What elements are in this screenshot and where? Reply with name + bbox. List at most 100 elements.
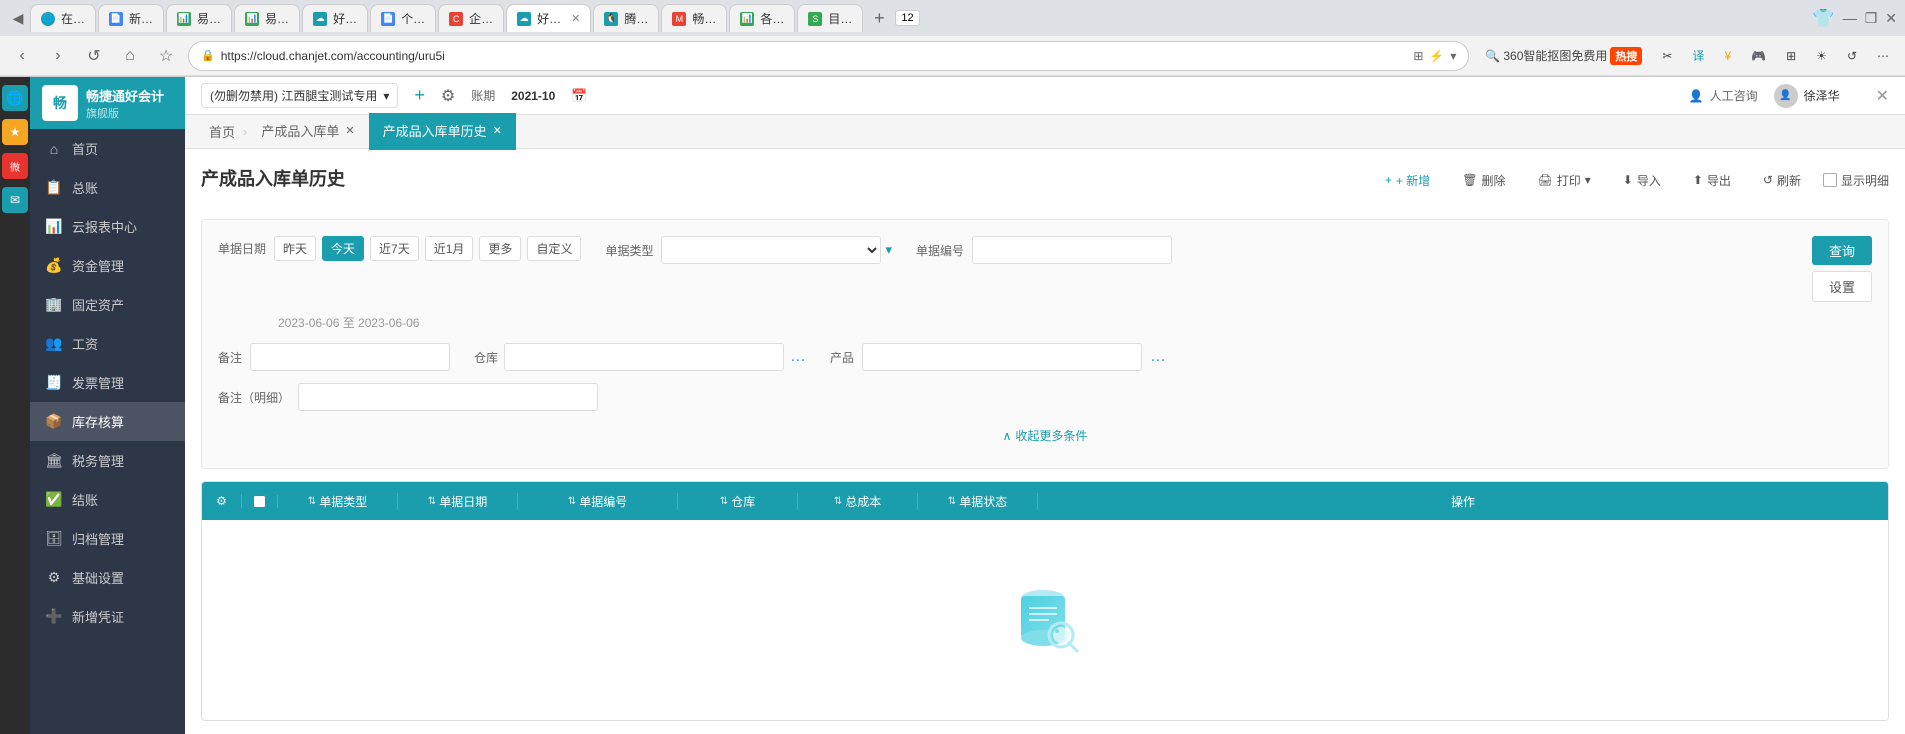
browser-tab-6[interactable]: 📄 个… [370, 4, 436, 32]
new-tab-button[interactable]: + [865, 4, 893, 32]
browser-tab-12[interactable]: S 目… [797, 4, 863, 32]
user-service-button[interactable]: 👤 人工咨询 [1689, 87, 1758, 104]
theme-button[interactable]: ☀ [1808, 45, 1835, 67]
th-status[interactable]: ⇅ 单据状态 [918, 493, 1038, 510]
sidebar-star-icon[interactable]: ★ [2, 119, 28, 145]
warehouse-dots-icon[interactable]: … [790, 348, 806, 366]
company-selector[interactable]: (勿删勿禁用) 江西腿宝测试专用 ▾ [201, 83, 398, 108]
tab-count[interactable]: 12 [895, 10, 919, 26]
currency-button[interactable]: ¥ [1716, 45, 1739, 67]
more-button[interactable]: ⋯ [1869, 45, 1897, 67]
browser-tab-1[interactable]: 🌐 在… [30, 4, 96, 32]
sidebar-item-new-bill[interactable]: ➕ 新增凭证 [30, 597, 185, 636]
translate-button[interactable]: 译 [1684, 43, 1712, 68]
close-window-button[interactable]: ✕ [1885, 10, 1897, 27]
grid-button[interactable]: ⊞ [1778, 45, 1804, 67]
browser-tab-10[interactable]: M 畅… [661, 4, 727, 32]
sidebar-mail-icon[interactable]: ✉ [2, 187, 28, 213]
browser-tab-3[interactable]: 📊 易… [166, 4, 232, 32]
sidebar-item-fixed-assets[interactable]: 🏢 固定资产 [30, 285, 185, 324]
th-type[interactable]: ⇅ 单据类型 [278, 493, 398, 510]
shirt-icon[interactable]: 👕 [1812, 8, 1834, 29]
product-dots-icon[interactable]: … [1150, 348, 1166, 366]
settings-gear-icon[interactable]: ⚙ [441, 86, 455, 106]
settings-button[interactable]: 设置 [1812, 271, 1872, 302]
collapse-bar[interactable]: ∧ 收起更多条件 [218, 419, 1872, 452]
tab-list-close-icon[interactable]: ✕ [345, 124, 354, 137]
select-all-checkbox[interactable] [253, 495, 266, 508]
sidebar-item-archive[interactable]: 🗄 归档管理 [30, 519, 185, 558]
date-more-button[interactable]: 更多 [479, 236, 521, 261]
game-button[interactable]: 🎮 [1743, 45, 1774, 67]
remark-detail-input[interactable] [298, 383, 598, 411]
th-cost[interactable]: ⇅ 总成本 [798, 493, 918, 510]
sidebar-item-salary[interactable]: 👥 工资 [30, 324, 185, 363]
browser-tab-7[interactable]: C 企… [438, 4, 504, 32]
th-settings[interactable]: ⚙ [202, 494, 242, 508]
minimize-button[interactable]: — [1843, 10, 1857, 26]
export-button[interactable]: ⬆ 导出 [1683, 167, 1741, 194]
sidebar-item-fund[interactable]: 💰 资金管理 [30, 246, 185, 285]
add-company-button[interactable]: + [414, 85, 425, 106]
search-bar[interactable]: 🔍 360智能抠图免费用 热搜 [1477, 43, 1650, 69]
th-number[interactable]: ⇅ 单据编号 [518, 493, 678, 510]
scissors-button[interactable]: ✂ [1654, 45, 1680, 67]
th-date[interactable]: ⇅ 单据日期 [398, 493, 518, 510]
date-1month-button[interactable]: 近1月 [425, 236, 474, 261]
browser-tab-11[interactable]: 📊 各… [729, 4, 795, 32]
sidebar-item-home[interactable]: ⌂ 首页 [30, 129, 185, 168]
query-button[interactable]: 查询 [1812, 236, 1872, 265]
url-bar[interactable]: 🔒 https://cloud.chanjet.com/accounting/u… [188, 41, 1469, 71]
sidebar-weibo-icon[interactable]: 微 [2, 153, 28, 179]
sidebar-item-basic[interactable]: ⚙ 基础设置 [30, 558, 185, 597]
sidebar-item-invoice[interactable]: 🧾 发票管理 [30, 363, 185, 402]
forward-button[interactable]: › [44, 42, 72, 70]
date-7days-button[interactable]: 近7天 [370, 236, 419, 261]
calendar-icon[interactable]: 📅 [571, 88, 587, 104]
th-check[interactable] [242, 495, 278, 508]
warehouse-input[interactable] [504, 343, 784, 371]
app-logo-icon[interactable]: 🌐 [2, 85, 28, 111]
browser-tab-9[interactable]: 🐧 腾… [593, 4, 659, 32]
delete-button[interactable]: 🗑 删除 [1452, 167, 1515, 194]
sidebar-item-ledger[interactable]: 📋 总账 [30, 168, 185, 207]
home-button[interactable]: ⌂ [116, 42, 144, 70]
sidebar-item-inventory[interactable]: 📦 库存核算 [30, 402, 185, 441]
type-select-input[interactable] [661, 236, 881, 264]
number-input[interactable] [972, 236, 1172, 264]
tab-list[interactable]: 产成品入库单 ✕ [247, 113, 368, 150]
print-button[interactable]: 🖨 打印 ▾ [1527, 167, 1600, 194]
panel-close-button[interactable]: ✕ [1876, 86, 1889, 106]
user-profile[interactable]: 👤 徐泽华 [1774, 84, 1840, 108]
undo-button[interactable]: ↺ [1839, 45, 1865, 67]
refresh-button[interactable]: ↺ [80, 42, 108, 70]
remark-input[interactable] [250, 343, 450, 371]
new-button[interactable]: + + 新增 [1375, 167, 1440, 194]
browser-tab-2[interactable]: 📄 新… [98, 4, 164, 32]
date-yesterday-button[interactable]: 昨天 [274, 236, 316, 261]
nav-header: 畅 畅捷通好会计 旗舰版 [30, 77, 185, 129]
bookmark-button[interactable]: ☆ [152, 42, 180, 70]
display-checkbox[interactable] [1823, 173, 1837, 187]
tab-8-close-icon[interactable]: ✕ [571, 12, 580, 25]
tab-11-icon: 📊 [740, 12, 754, 26]
browser-tab-8[interactable]: ☁ 好… ✕ [506, 4, 591, 32]
browser-tab-4[interactable]: 📊 易… [234, 4, 300, 32]
tab-history[interactable]: 产成品入库单历史 ✕ [369, 113, 516, 150]
tab-history-close-icon[interactable]: ✕ [493, 124, 502, 137]
sidebar-item-tax[interactable]: 🏛 税务管理 [30, 441, 185, 480]
date-today-button[interactable]: 今天 [322, 236, 364, 261]
back-button[interactable]: ‹ [8, 42, 36, 70]
display-toggle[interactable]: 显示明细 [1823, 172, 1889, 189]
browser-tab-5[interactable]: ☁ 好… [302, 4, 368, 32]
th-warehouse[interactable]: ⇅ 仓库 [678, 493, 798, 510]
settings-col-icon: ⚙ [216, 494, 227, 508]
maximize-button[interactable]: ❐ [1865, 10, 1878, 27]
date-custom-button[interactable]: 自定义 [527, 236, 581, 261]
refresh-button[interactable]: ↺ 刷新 [1753, 167, 1811, 194]
import-button[interactable]: ⬇ 导入 [1613, 167, 1671, 194]
breadcrumb-home[interactable]: 首页 [201, 122, 243, 141]
sidebar-item-settlement[interactable]: ✅ 结账 [30, 480, 185, 519]
sidebar-item-report[interactable]: 📊 云报表中心 [30, 207, 185, 246]
product-input[interactable] [862, 343, 1142, 371]
